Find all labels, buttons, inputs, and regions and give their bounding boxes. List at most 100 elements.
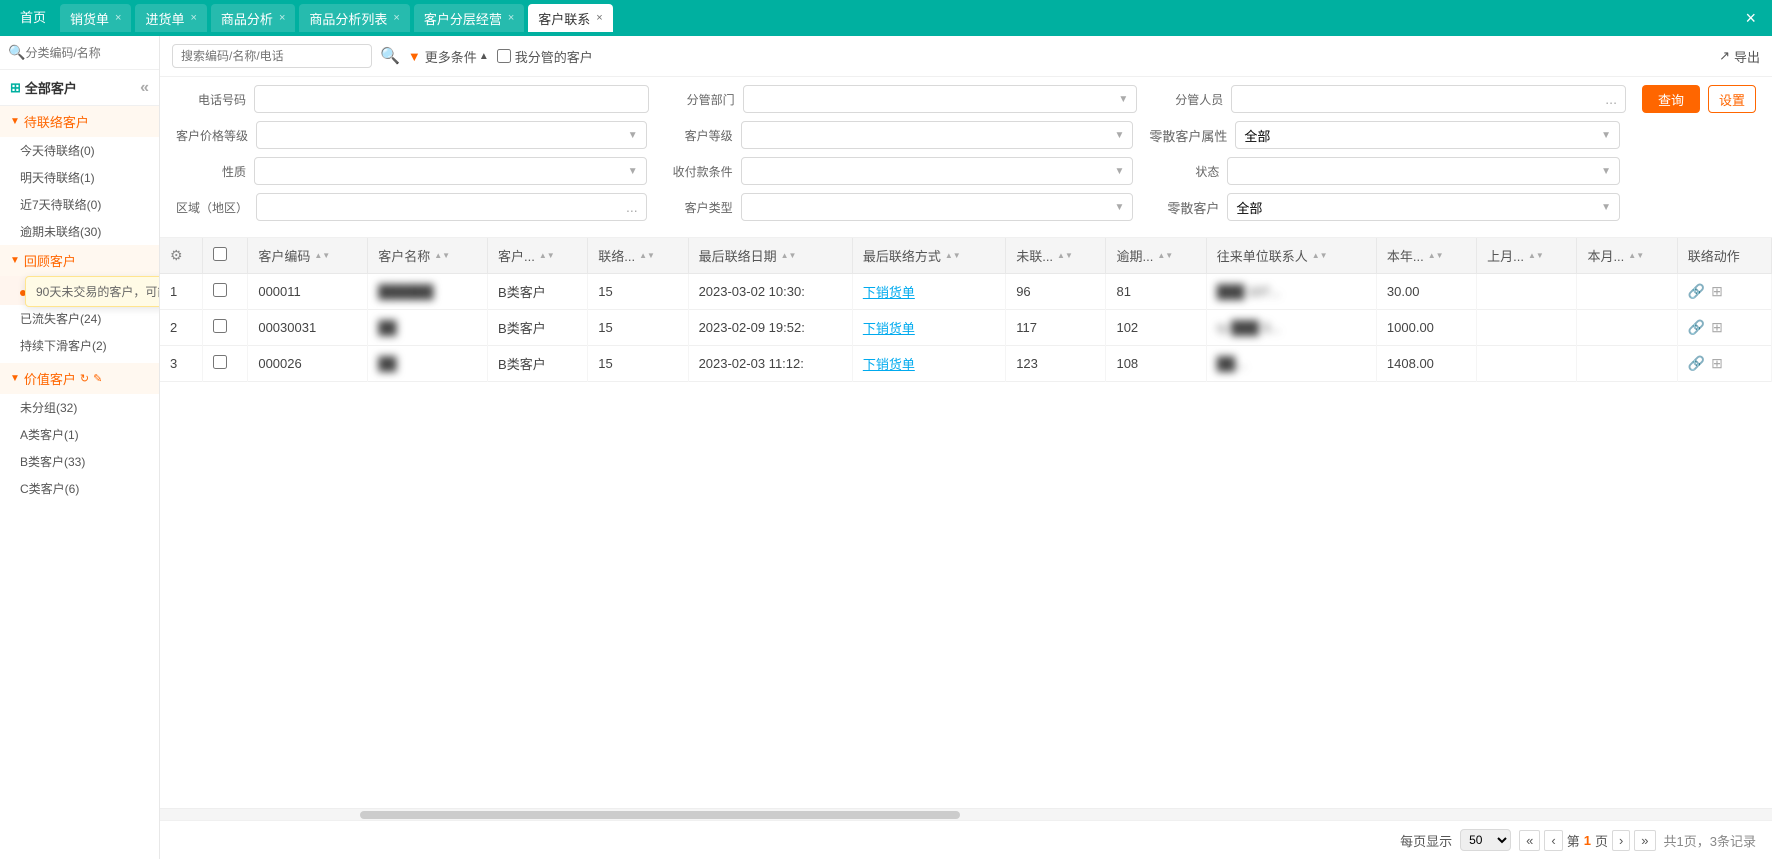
row1-last-method-link[interactable]: 下销货单: [863, 285, 915, 300]
sidebar-item-class-a[interactable]: A类客户(1): [0, 421, 159, 448]
row3-last-method-link[interactable]: 下销货单: [863, 357, 915, 372]
th-last-month-sort[interactable]: ▲▼: [1528, 251, 1544, 260]
row2-checkbox[interactable]: [213, 319, 227, 333]
th-overdue-sort[interactable]: ▲▼: [1157, 251, 1173, 260]
my-customers-toggle[interactable]: 我分管的客户: [497, 47, 593, 66]
filter-customer-level-dropdown[interactable]: ▼: [741, 121, 1134, 149]
th-uncontacted-sort[interactable]: ▲▼: [1057, 251, 1073, 260]
tab-product-analysis-close[interactable]: ×: [279, 12, 285, 24]
export-icon: ↗: [1719, 48, 1730, 64]
sidebar-item-churned[interactable]: 已流失客户(24): [0, 305, 159, 332]
next-page-button[interactable]: ›: [1612, 830, 1630, 851]
tab-customer-contact[interactable]: 客户联系 ×: [528, 4, 612, 32]
tab-purchase-order-label: 进货单: [145, 9, 184, 28]
row1-checkbox[interactable]: [213, 283, 227, 297]
value-section-edit-icon[interactable]: ✎: [93, 372, 102, 385]
row2-contact: 15: [588, 310, 688, 346]
sidebar-item-ungrouped[interactable]: 未分组(32): [0, 394, 159, 421]
th-contact-count-sort[interactable]: ▲▼: [639, 251, 655, 260]
th-last-method-sort[interactable]: ▲▼: [945, 251, 961, 260]
sidebar-item-declining[interactable]: 持续下滑客户(2): [0, 332, 159, 359]
filter-nature-dropdown[interactable]: ▼: [254, 157, 647, 185]
filter-row-1: 电话号码 分管部门 ▼ 分管人员 ...: [176, 85, 1756, 113]
tab-customer-contact-close[interactable]: ×: [596, 12, 602, 24]
row1-last-method[interactable]: 下销货单: [852, 274, 1005, 310]
table-row: 3 000026 ██ B类客户 15 2023-02-03 11:12: 下销…: [160, 346, 1772, 382]
row2-action-link-icon[interactable]: 🔗: [1688, 319, 1705, 336]
filter-region-dots[interactable]: ...: [626, 199, 638, 215]
tab-product-analysis-list[interactable]: 商品分析列表 ×: [299, 4, 409, 32]
filter-dept-dropdown[interactable]: ▼: [743, 85, 1138, 113]
window-close-button[interactable]: ×: [1737, 8, 1764, 29]
filter-customer-type-dropdown[interactable]: ▼: [741, 193, 1134, 221]
first-page-button[interactable]: «: [1519, 830, 1540, 851]
my-customers-checkbox[interactable]: [497, 49, 511, 63]
filter-phone-input[interactable]: [254, 85, 649, 113]
value-section-refresh-icon[interactable]: ↻: [80, 372, 89, 385]
sidebar-search-input[interactable]: [25, 46, 160, 60]
row1-action-link-icon[interactable]: 🔗: [1688, 283, 1705, 300]
th-code-sort[interactable]: ▲▼: [314, 251, 330, 260]
export-button[interactable]: ↗ 导出: [1719, 47, 1760, 66]
search-input[interactable]: [172, 44, 372, 68]
row3-last-date: 2023-02-03 11:12:: [688, 346, 852, 382]
tab-customer-tiered-close[interactable]: ×: [508, 12, 514, 24]
row3-action-link-icon[interactable]: 🔗: [1688, 355, 1705, 372]
last-page-button[interactable]: »: [1634, 830, 1655, 851]
search-button[interactable]: 🔍: [380, 46, 400, 66]
filter-manager-dropdown[interactable]: ...: [1231, 85, 1626, 113]
th-name-sort[interactable]: ▲▼: [434, 251, 450, 260]
sidebar-section-review[interactable]: ▼ 回顾客户: [0, 245, 159, 276]
filter-payment-dropdown[interactable]: ▼: [741, 157, 1134, 185]
row2-name[interactable]: ██: [368, 310, 488, 346]
tab-customer-tiered[interactable]: 客户分层经营 ×: [414, 4, 524, 32]
tab-sales-order[interactable]: 销货单 ×: [60, 4, 131, 32]
sidebar-item-7days-contact[interactable]: 近7天待联络(0): [0, 191, 159, 218]
scroll-thumb[interactable]: [360, 811, 960, 819]
select-all-checkbox[interactable]: [213, 247, 227, 261]
tab-product-analysis-list-close[interactable]: ×: [393, 12, 399, 24]
query-button[interactable]: 查询: [1642, 85, 1700, 113]
settings-button[interactable]: 设置: [1708, 85, 1756, 113]
th-this-month-sort[interactable]: ▲▼: [1628, 251, 1644, 260]
row3-last-method[interactable]: 下销货单: [852, 346, 1005, 382]
filter-price-level-dropdown[interactable]: ▼: [256, 121, 647, 149]
row3-checkbox[interactable]: [213, 355, 227, 369]
sidebar-section-value[interactable]: ▼ 价值客户 ↻ ✎: [0, 363, 159, 394]
sidebar-item-class-b[interactable]: B类客户(33): [0, 448, 159, 475]
more-conditions-button[interactable]: ▼ 更多条件 ▲: [408, 47, 489, 66]
sidebar-section-pending[interactable]: ▼ 待联络客户: [0, 106, 159, 137]
th-type-sort[interactable]: ▲▼: [539, 251, 555, 260]
page-suffix: 页: [1595, 831, 1608, 850]
tab-purchase-order-close[interactable]: ×: [190, 12, 196, 24]
filter-retail-customer-dropdown[interactable]: 全部 ▼: [1227, 193, 1620, 221]
filter-retail-attr-dropdown[interactable]: 全部 ▼: [1235, 121, 1620, 149]
row1-name[interactable]: ██████: [368, 274, 488, 310]
th-this-year-sort[interactable]: ▲▼: [1428, 251, 1444, 260]
horizontal-scrollbar[interactable]: [160, 808, 1772, 820]
row1-action-more-icon[interactable]: ⊞: [1711, 283, 1723, 300]
table-settings-icon[interactable]: ⚙: [170, 247, 183, 263]
per-page-select[interactable]: 50 100 200: [1460, 829, 1511, 851]
sidebar-collapse-icon[interactable]: «: [140, 79, 149, 97]
filter-manager-dots[interactable]: ...: [1605, 91, 1617, 107]
nav-home[interactable]: 首页: [8, 0, 58, 36]
filter-region-input[interactable]: ...: [256, 193, 647, 221]
filter-status-dropdown[interactable]: ▼: [1227, 157, 1620, 185]
tab-purchase-order[interactable]: 进货单 ×: [135, 4, 206, 32]
sidebar-item-tomorrow-contact[interactable]: 明天待联络(1): [0, 164, 159, 191]
row2-action-more-icon[interactable]: ⊞: [1711, 319, 1723, 336]
th-last-date-sort[interactable]: ▲▼: [781, 251, 797, 260]
row2-last-method[interactable]: 下销货单: [852, 310, 1005, 346]
row3-name[interactable]: ██: [368, 346, 488, 382]
sidebar-item-today-contact[interactable]: 今天待联络(0): [0, 137, 159, 164]
tab-sales-order-close[interactable]: ×: [115, 12, 121, 24]
prev-page-button[interactable]: ‹: [1544, 830, 1562, 851]
sidebar-item-class-c[interactable]: C类客户(6): [0, 475, 159, 502]
row1-index: 1: [160, 274, 203, 310]
tab-product-analysis[interactable]: 商品分析 ×: [211, 4, 295, 32]
row3-action-more-icon[interactable]: ⊞: [1711, 355, 1723, 372]
th-contact-person-sort[interactable]: ▲▼: [1312, 251, 1328, 260]
row2-last-method-link[interactable]: 下销货单: [863, 321, 915, 336]
sidebar-item-overdue-contact[interactable]: 逾期未联络(30): [0, 218, 159, 245]
